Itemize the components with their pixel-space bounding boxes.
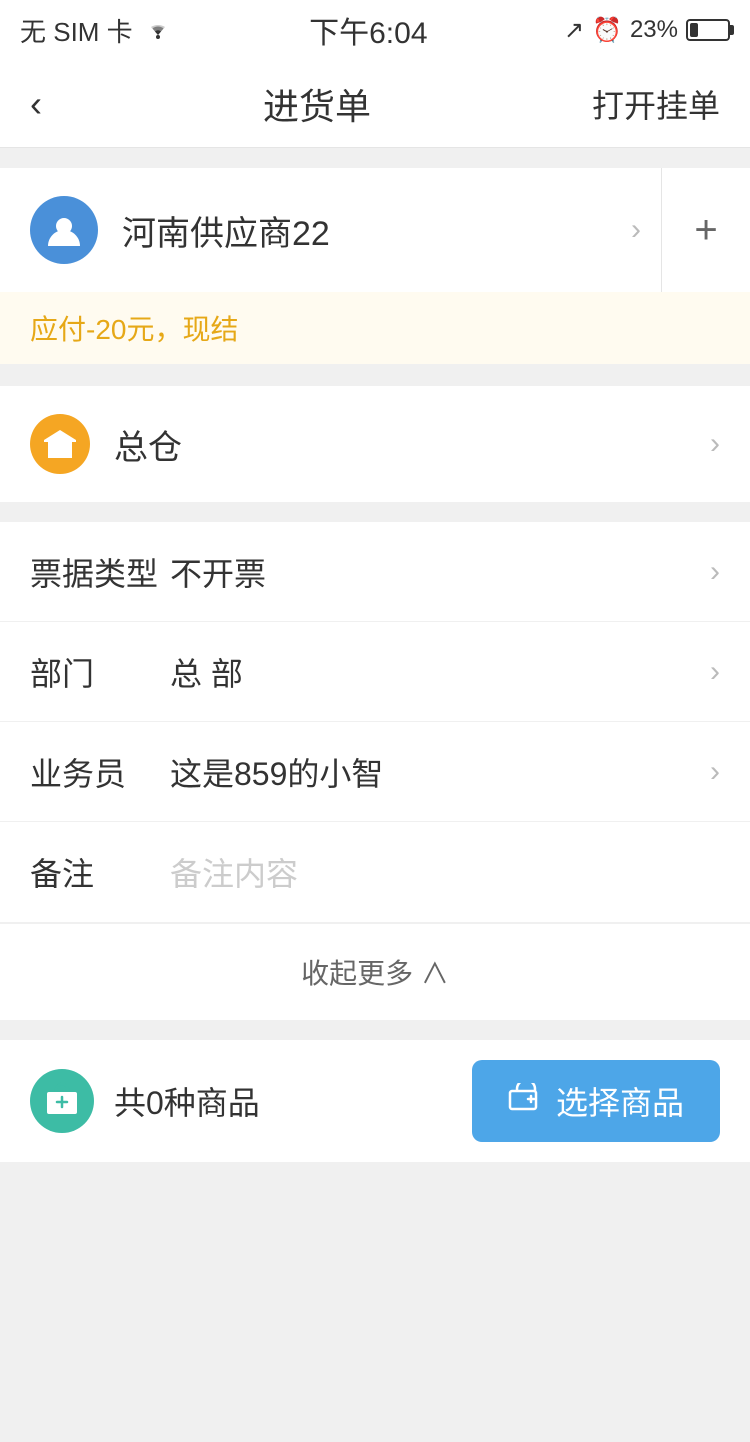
department-row[interactable]: 部门 总 部 › (0, 622, 750, 722)
select-product-button[interactable]: 选择商品 (472, 1060, 720, 1142)
warehouse-gap (0, 364, 750, 384)
supplier-name: 河南供应商22 (122, 206, 615, 255)
carrier-text: 无 SIM 卡 (20, 12, 133, 49)
collapse-label: 收起更多 ∧ (301, 952, 449, 992)
salesperson-row[interactable]: 业务员 这是859的小智 › (0, 722, 750, 822)
status-carrier: 无 SIM 卡 (20, 12, 173, 49)
status-time: 下午6:04 (309, 8, 427, 52)
salesperson-value: 这是859的小智 (170, 749, 694, 795)
top-gap (0, 148, 750, 168)
page-background (0, 1162, 750, 1442)
alarm-icon: ⏰ (592, 16, 622, 45)
bottom-bar: 共0种商品 选择商品 (0, 1040, 750, 1162)
warehouse-name: 总仓 (114, 420, 694, 469)
notice-bar: 应付-20元，现结 (0, 292, 750, 364)
supplier-avatar (30, 196, 98, 264)
battery-icon (686, 19, 730, 41)
ticket-type-label: 票据类型 (30, 549, 170, 595)
product-icon (30, 1069, 94, 1133)
collapse-button[interactable]: 收起更多 ∧ (0, 924, 750, 1020)
supplier-selector[interactable]: 河南供应商22 › (0, 168, 662, 292)
remark-label: 备注 (30, 849, 170, 895)
status-bar: 无 SIM 卡 下午6:04 ↗ ⏰ 23% (0, 0, 750, 60)
warehouse-selector[interactable]: 总仓 › (0, 386, 750, 502)
select-product-label: 选择商品 (556, 1078, 684, 1124)
ticket-type-row[interactable]: 票据类型 不开票 › (0, 522, 750, 622)
back-button[interactable]: ‹ (30, 83, 42, 125)
ticket-type-value: 不开票 (170, 549, 694, 595)
location-icon: ↗ (564, 16, 584, 45)
add-supplier-button[interactable]: + (662, 168, 750, 292)
salesperson-chevron-icon: › (710, 755, 720, 789)
supplier-section: 河南供应商22 › + (0, 168, 750, 292)
nav-bar: ‹ 进货单 打开挂单 (0, 60, 750, 148)
salesperson-label: 业务员 (30, 749, 170, 795)
remark-input[interactable]: 备注内容 (170, 849, 720, 895)
department-value: 总 部 (170, 649, 694, 695)
warehouse-chevron-icon: › (710, 427, 720, 461)
warehouse-icon (30, 414, 90, 474)
page-title: 进货单 (263, 78, 371, 130)
product-count: 共0种商品 (114, 1078, 472, 1124)
department-chevron-icon: › (710, 655, 720, 689)
battery-percent: 23% (630, 16, 678, 44)
department-label: 部门 (30, 649, 170, 695)
wifi-icon (143, 15, 173, 46)
supplier-chevron-icon: › (631, 213, 641, 247)
ticket-type-chevron-icon: › (710, 555, 720, 589)
form-section: 票据类型 不开票 › 部门 总 部 › 业务员 这是859的小智 › 备注 备注… (0, 522, 750, 922)
status-indicators: ↗ ⏰ 23% (564, 16, 730, 45)
open-pending-button[interactable]: 打开挂单 (592, 81, 720, 127)
cart-icon (508, 1083, 544, 1119)
remark-row[interactable]: 备注 备注内容 (0, 822, 750, 922)
